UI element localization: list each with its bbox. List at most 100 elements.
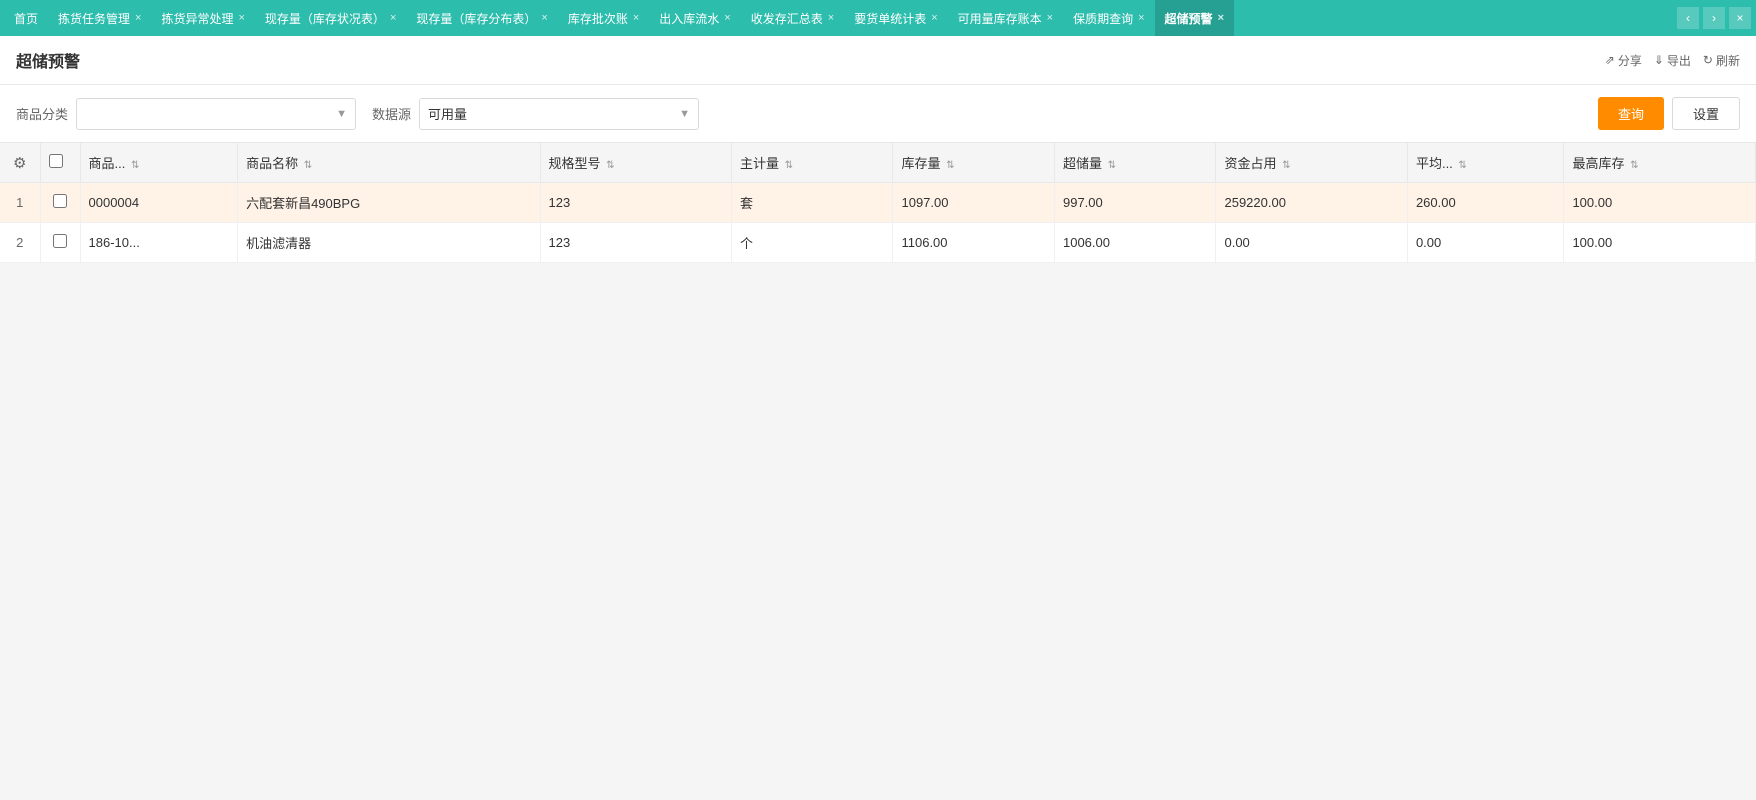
table-th-checkbox bbox=[40, 143, 80, 183]
topbar-item-picking-task[interactable]: 拣货任务管理 × bbox=[48, 0, 151, 36]
topbar-item-overstock[interactable]: 超储预警 × bbox=[1155, 0, 1234, 36]
sort-icon: ⇅ bbox=[1458, 160, 1466, 171]
sort-icon: ⇅ bbox=[1630, 160, 1638, 171]
share-icon: ⇗ bbox=[1605, 53, 1615, 67]
row-overstock: 997.00 bbox=[1054, 183, 1216, 223]
datasource-select-value: 可用量 bbox=[428, 104, 467, 123]
close-icon[interactable]: × bbox=[931, 12, 937, 24]
row-code: 0000004 bbox=[80, 183, 238, 223]
main-content: ⚙ 商品... ⇅ 商品名称 ⇅ 规格型号 ⇅ bbox=[0, 143, 1756, 263]
topbar-item-stock-dist[interactable]: 现存量（库存分布表） × bbox=[406, 0, 557, 36]
topbar-item-batch[interactable]: 库存批次账 × bbox=[558, 0, 649, 36]
share-button[interactable]: ⇗ 分享 bbox=[1605, 52, 1642, 69]
settings-icon[interactable]: ⚙ bbox=[13, 155, 26, 172]
close-icon[interactable]: × bbox=[1218, 12, 1224, 24]
row-select-checkbox[interactable] bbox=[53, 194, 67, 208]
close-icon[interactable]: × bbox=[1047, 12, 1053, 24]
refresh-icon: ↻ bbox=[1703, 53, 1713, 67]
category-label: 商品分类 bbox=[16, 104, 68, 123]
sort-icon: ⇅ bbox=[131, 160, 139, 171]
row-spec: 123 bbox=[540, 223, 731, 263]
page-title: 超储预警 bbox=[16, 48, 80, 72]
table-th-capital[interactable]: 资金占用 ⇅ bbox=[1216, 143, 1407, 183]
close-icon[interactable]: × bbox=[541, 12, 547, 24]
row-spec: 123 bbox=[540, 183, 731, 223]
close-icon[interactable]: × bbox=[724, 12, 730, 24]
category-select[interactable]: ▼ bbox=[76, 98, 356, 130]
filter-area: 商品分类 ▼ 数据源 可用量 ▼ 查询 设置 bbox=[0, 85, 1756, 143]
close-icon[interactable]: × bbox=[135, 12, 141, 24]
page-header: 超储预警 ⇗ 分享 ⇓ 导出 ↻ 刷新 bbox=[0, 36, 1756, 85]
table-th-settings: ⚙ bbox=[0, 143, 40, 183]
close-icon[interactable]: × bbox=[633, 12, 639, 24]
table-header-row: ⚙ 商品... ⇅ 商品名称 ⇅ 规格型号 ⇅ bbox=[0, 143, 1756, 183]
row-checkbox[interactable] bbox=[40, 183, 80, 223]
datasource-select[interactable]: 可用量 ▼ bbox=[419, 98, 699, 130]
topbar-item-expiry-query[interactable]: 保质期查询 × bbox=[1063, 0, 1154, 36]
row-avg: 0.00 bbox=[1407, 223, 1563, 263]
sort-icon: ⇅ bbox=[606, 160, 614, 171]
datasource-label: 数据源 bbox=[372, 104, 411, 123]
nav-close-button[interactable]: × bbox=[1729, 7, 1751, 29]
table-th-maxstock[interactable]: 最高库存 ⇅ bbox=[1564, 143, 1756, 183]
sort-icon: ⇅ bbox=[946, 160, 954, 171]
topbar-item-available-stock[interactable]: 可用量库存账本 × bbox=[948, 0, 1063, 36]
row-capital: 0.00 bbox=[1216, 223, 1407, 263]
close-icon[interactable]: × bbox=[390, 12, 396, 24]
topbar: 首页 拣货任务管理 × 拣货异常处理 × 现存量（库存状况表） × 现存量（库存… bbox=[0, 0, 1756, 36]
nav-next-button[interactable]: › bbox=[1703, 7, 1725, 29]
row-maxstock: 100.00 bbox=[1564, 223, 1756, 263]
row-capital: 259220.00 bbox=[1216, 183, 1407, 223]
query-button[interactable]: 查询 bbox=[1598, 97, 1664, 130]
table-th-unit[interactable]: 主计量 ⇅ bbox=[731, 143, 893, 183]
export-button[interactable]: ⇓ 导出 bbox=[1654, 52, 1691, 69]
row-index: 2 bbox=[0, 223, 40, 263]
sort-icon: ⇅ bbox=[1282, 160, 1290, 171]
sort-icon: ⇅ bbox=[304, 160, 312, 171]
refresh-button[interactable]: ↻ 刷新 bbox=[1703, 52, 1740, 69]
export-icon: ⇓ bbox=[1654, 53, 1664, 67]
table-th-name[interactable]: 商品名称 ⇅ bbox=[238, 143, 540, 183]
chevron-down-icon: ▼ bbox=[336, 108, 347, 120]
topbar-right-nav: ‹ › × bbox=[1676, 7, 1752, 29]
row-name: 六配套新昌490BPG bbox=[238, 183, 540, 223]
topbar-item-stock-status[interactable]: 现存量（库存状况表） × bbox=[255, 0, 406, 36]
table-th-spec[interactable]: 规格型号 ⇅ bbox=[540, 143, 731, 183]
settings-button[interactable]: 设置 bbox=[1672, 97, 1740, 130]
row-name: 机油滤清器 bbox=[238, 223, 540, 263]
row-unit: 个 bbox=[731, 223, 893, 263]
topbar-item-inout-flow[interactable]: 出入库流水 × bbox=[649, 0, 740, 36]
close-icon[interactable]: × bbox=[1138, 12, 1144, 24]
table-th-overstock[interactable]: 超储量 ⇅ bbox=[1054, 143, 1216, 183]
table-row: 1 0000004 六配套新昌490BPG 123 套 1097.00 997.… bbox=[0, 183, 1756, 223]
table-th-code[interactable]: 商品... ⇅ bbox=[80, 143, 238, 183]
row-code: 186-10... bbox=[80, 223, 238, 263]
topbar-item-picking-exception[interactable]: 拣货异常处理 × bbox=[151, 0, 254, 36]
row-overstock: 1006.00 bbox=[1054, 223, 1216, 263]
topbar-item-order-stats[interactable]: 要货单统计表 × bbox=[844, 0, 947, 36]
table-container: ⚙ 商品... ⇅ 商品名称 ⇅ 规格型号 ⇅ bbox=[0, 143, 1756, 263]
table-th-avg[interactable]: 平均... ⇅ bbox=[1407, 143, 1563, 183]
row-unit: 套 bbox=[731, 183, 893, 223]
sort-icon: ⇅ bbox=[1108, 160, 1116, 171]
close-icon[interactable]: × bbox=[238, 12, 244, 24]
nav-prev-button[interactable]: ‹ bbox=[1677, 7, 1699, 29]
row-select-checkbox[interactable] bbox=[53, 234, 67, 248]
sort-icon: ⇅ bbox=[785, 160, 793, 171]
close-icon[interactable]: × bbox=[828, 12, 834, 24]
select-all-checkbox[interactable] bbox=[49, 154, 63, 168]
chevron-down-icon: ▼ bbox=[679, 108, 690, 120]
row-index: 1 bbox=[0, 183, 40, 223]
datasource-filter: 数据源 可用量 ▼ bbox=[372, 98, 699, 130]
category-filter: 商品分类 ▼ bbox=[16, 98, 356, 130]
row-stock: 1097.00 bbox=[893, 183, 1055, 223]
row-maxstock: 100.00 bbox=[1564, 183, 1756, 223]
data-table: ⚙ 商品... ⇅ 商品名称 ⇅ 规格型号 ⇅ bbox=[0, 143, 1756, 263]
table-th-stock[interactable]: 库存量 ⇅ bbox=[893, 143, 1055, 183]
row-checkbox[interactable] bbox=[40, 223, 80, 263]
filter-actions: 查询 设置 bbox=[1598, 97, 1740, 130]
row-avg: 260.00 bbox=[1407, 183, 1563, 223]
topbar-item-home[interactable]: 首页 bbox=[4, 0, 48, 36]
topbar-item-collect-summary[interactable]: 收发存汇总表 × bbox=[741, 0, 844, 36]
row-stock: 1106.00 bbox=[893, 223, 1055, 263]
